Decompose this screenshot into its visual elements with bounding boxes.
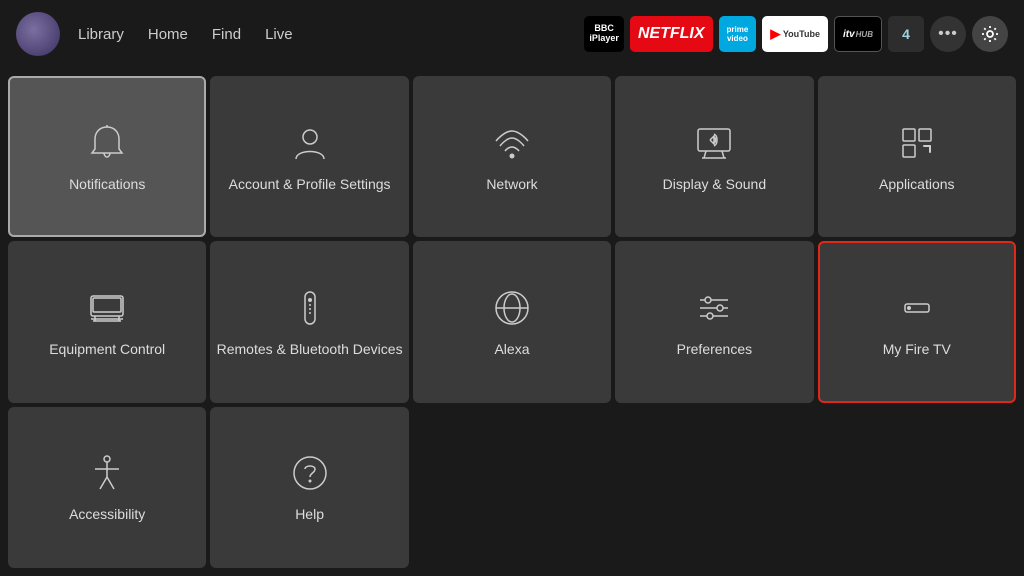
itv-badge[interactable]: itvHUB: [834, 16, 882, 52]
grid-item-myfiretv[interactable]: My Fire TV: [818, 241, 1016, 402]
nav-home[interactable]: Home: [148, 26, 188, 43]
remotes-label: Remotes & Bluetooth Devices: [217, 340, 403, 358]
prime-badge[interactable]: primevideo: [719, 16, 757, 52]
nav-links: Library Home Find Live: [78, 26, 293, 43]
more-button[interactable]: •••: [930, 16, 966, 52]
preferences-label: Preferences: [677, 340, 752, 358]
youtube-badge[interactable]: ▶ YouTube: [762, 16, 828, 52]
grid-item-preferences[interactable]: Preferences: [615, 241, 813, 402]
ch4-badge[interactable]: 4: [888, 16, 924, 52]
avatar[interactable]: [16, 12, 60, 56]
nav-find[interactable]: Find: [212, 26, 241, 43]
nav-library[interactable]: Library: [78, 26, 124, 43]
settings-grid: Notifications Account & Profile Settings…: [0, 68, 1024, 576]
display-sound-label: Display & Sound: [663, 175, 767, 193]
nav-live[interactable]: Live: [265, 26, 293, 43]
top-nav: Library Home Find Live BBCiPlayer NETFLI…: [0, 0, 1024, 68]
app-icons: BBCiPlayer NETFLIX primevideo ▶ YouTube …: [584, 16, 1008, 52]
grid-item-account[interactable]: Account & Profile Settings: [210, 76, 408, 237]
account-label: Account & Profile Settings: [229, 175, 391, 193]
grid-item-help[interactable]: Help: [210, 407, 408, 568]
applications-label: Applications: [879, 175, 955, 193]
bbc-iplayer-badge[interactable]: BBCiPlayer: [584, 16, 624, 52]
grid-item-network[interactable]: Network: [413, 76, 611, 237]
help-label: Help: [295, 505, 324, 523]
grid-item-display-sound[interactable]: Display & Sound: [615, 76, 813, 237]
alexa-label: Alexa: [494, 340, 529, 358]
grid-item-equipment[interactable]: Equipment Control: [8, 241, 206, 402]
grid-item-notifications[interactable]: Notifications: [8, 76, 206, 237]
grid-item-remotes[interactable]: Remotes & Bluetooth Devices: [210, 241, 408, 402]
netflix-badge[interactable]: NETFLIX: [630, 16, 713, 52]
notifications-label: Notifications: [69, 175, 145, 193]
grid-item-alexa[interactable]: Alexa: [413, 241, 611, 402]
settings-button[interactable]: [972, 16, 1008, 52]
myfiretv-label: My Fire TV: [883, 340, 951, 358]
accessibility-label: Accessibility: [69, 505, 145, 523]
grid-item-accessibility[interactable]: Accessibility: [8, 407, 206, 568]
grid-item-applications[interactable]: Applications: [818, 76, 1016, 237]
network-label: Network: [486, 175, 537, 193]
equipment-label: Equipment Control: [49, 340, 165, 358]
